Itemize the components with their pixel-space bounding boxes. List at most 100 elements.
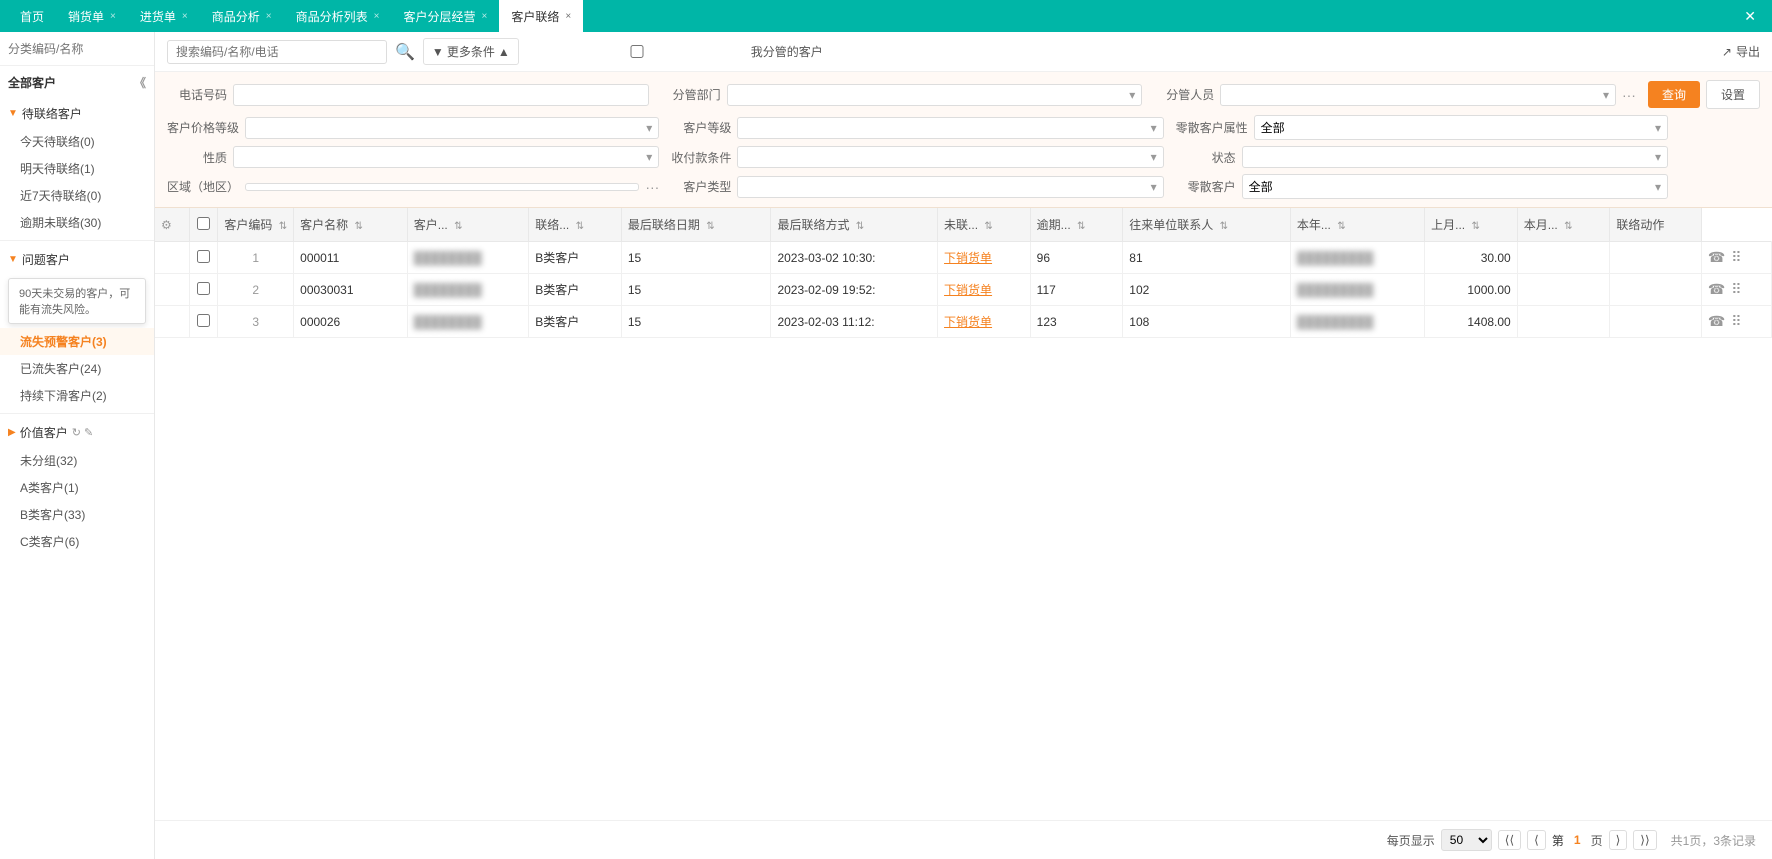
row-lastmethod[interactable]: 下销货单 (938, 242, 1031, 274)
row-checkbox-cell[interactable] (190, 242, 218, 274)
nature-field: 性质 ▾ (167, 146, 659, 168)
close-purchase-icon[interactable]: × (182, 11, 188, 22)
sidebar-item-today[interactable]: 今天待联络(0) (0, 128, 154, 155)
region-select[interactable] (245, 183, 639, 191)
sidebar-item-b-class[interactable]: B类客户(33) (0, 501, 154, 528)
close-tier-icon[interactable]: × (481, 11, 487, 22)
col-overdue[interactable]: 逾期... ⇅ (1030, 208, 1123, 242)
sidebar: 🔍 全部客户 《 ▼ 待联络客户 今天待联络(0) 明天待联络(1) 近7天待联… (0, 32, 155, 859)
row-checkbox[interactable] (197, 314, 210, 327)
more-action-icon[interactable]: ⠿ (1731, 281, 1741, 298)
sidebar-search-input[interactable] (8, 42, 155, 56)
row-checkbox-cell[interactable] (190, 306, 218, 338)
more-conditions-button[interactable]: ▼ 更多条件 ▲ (423, 38, 519, 65)
row-lastmethod[interactable]: 下销货单 (938, 274, 1031, 306)
nav-product-analysis[interactable]: 商品分析 × (200, 0, 284, 32)
sidebar-item-churned[interactable]: 已流失客户(24) (0, 355, 154, 382)
region-more-icon[interactable]: ··· (645, 179, 659, 195)
nature-label: 性质 (167, 149, 227, 166)
sidebar-all-customers[interactable]: 全部客户 《 (0, 66, 154, 99)
row-num: 3 (218, 306, 294, 338)
nature-select[interactable]: ▾ (233, 146, 659, 168)
sidebar-item-a-class[interactable]: A类客户(1) (0, 474, 154, 501)
customer-type-select[interactable]: ▾ (737, 176, 1163, 198)
price-tier-select[interactable]: ▾ (245, 117, 659, 139)
customer-tier-field: 客户等级 ▾ (671, 117, 1163, 139)
close-analysis-list-icon[interactable]: × (374, 11, 380, 22)
next-page-button[interactable]: ⟩ (1609, 830, 1628, 850)
sidebar-item-c-class[interactable]: C类客户(6) (0, 528, 154, 555)
col-type[interactable]: 客户... ⇅ (407, 208, 529, 242)
search-input[interactable] (167, 40, 387, 64)
nav-sales-order[interactable]: 销货单 × (56, 0, 128, 32)
close-all-tabs[interactable]: ✕ (1736, 8, 1764, 25)
sidebar-item-churn-warning[interactable]: 流失预警客户(3) (0, 328, 154, 355)
row-checkbox[interactable] (197, 250, 210, 263)
row-yearamt: 30.00 (1425, 242, 1518, 274)
customer-tier-label: 客户等级 (671, 119, 731, 136)
retail-attr-select[interactable]: 全部 ▾ (1254, 115, 1668, 140)
last-page-button[interactable]: ⟩⟩ (1633, 830, 1656, 850)
nav-purchase-order[interactable]: 进货单 × (128, 0, 200, 32)
col-uncontact[interactable]: 未联... ⇅ (938, 208, 1031, 242)
first-page-button[interactable]: ⟨⟨ (1498, 830, 1521, 850)
sort-thismonth-icon: ⇅ (1564, 221, 1572, 232)
sidebar-item-tomorrow[interactable]: 明天待联络(1) (0, 155, 154, 182)
my-customer-checkbox[interactable] (527, 45, 747, 58)
search-button[interactable]: 🔍 (395, 42, 415, 62)
contact-icon[interactable]: ☎ (1708, 249, 1725, 266)
payment-select[interactable]: ▾ (737, 146, 1163, 168)
col-contact[interactable]: 联络... ⇅ (529, 208, 622, 242)
more-action-icon[interactable]: ⠿ (1731, 249, 1741, 266)
manager-select[interactable]: ▾ (1220, 84, 1616, 106)
nav-product-analysis-list[interactable]: 商品分析列表 × (284, 0, 392, 32)
nav-customer-contact[interactable]: 客户联络 × (499, 0, 583, 32)
my-customer-checkbox-label[interactable]: 我分管的客户 (527, 43, 823, 60)
sidebar-item-overdue[interactable]: 逾期未联络(30) (0, 209, 154, 236)
sidebar-collapse-icon[interactable]: 《 (134, 74, 146, 91)
sidebar-item-7days[interactable]: 近7天待联络(0) (0, 182, 154, 209)
dept-label: 分管部门 (661, 86, 721, 103)
col-thismonth[interactable]: 本月... ⇅ (1517, 208, 1610, 242)
select-all-checkbox[interactable] (197, 217, 210, 230)
per-page-select[interactable]: 50 20 100 (1441, 829, 1492, 851)
close-sales-icon[interactable]: × (110, 11, 116, 22)
table-settings-col[interactable]: ⚙ (155, 208, 190, 242)
dept-select[interactable]: ▾ (727, 84, 1143, 106)
manager-more-icon[interactable]: ··· (1622, 87, 1636, 103)
contact-icon[interactable]: ☎ (1708, 313, 1725, 330)
contact-icon[interactable]: ☎ (1708, 281, 1725, 298)
col-lastdate[interactable]: 最后联络日期 ⇅ (621, 208, 771, 242)
row-checkbox-cell[interactable] (190, 274, 218, 306)
row-uncontact: 96 (1030, 242, 1123, 274)
sidebar-item-ungrouped[interactable]: 未分组(32) (0, 447, 154, 474)
col-code[interactable]: 客户编码 ⇅ (218, 208, 294, 242)
retail-customer-select[interactable]: 全部 ▾ (1242, 174, 1668, 199)
query-button[interactable]: 查询 (1648, 81, 1700, 108)
nav-customer-tier[interactable]: 客户分层经营 × (391, 0, 499, 32)
status-select[interactable]: ▾ (1242, 146, 1668, 168)
row-overdue: 81 (1123, 242, 1291, 274)
col-lastmethod[interactable]: 最后联络方式 ⇅ (771, 208, 938, 242)
prev-page-button[interactable]: ⟨ (1527, 830, 1546, 850)
row-contact: 15 (621, 242, 771, 274)
more-action-icon[interactable]: ⠿ (1731, 313, 1741, 330)
sidebar-group-problem[interactable]: ▼ 问题客户 (0, 245, 154, 274)
close-contact-icon[interactable]: × (565, 11, 571, 22)
row-lastmethod[interactable]: 下销货单 (938, 306, 1031, 338)
col-lastmonth[interactable]: 上月... ⇅ (1425, 208, 1518, 242)
row-checkbox[interactable] (197, 282, 210, 295)
sidebar-group-value[interactable]: ▶ 价值客户 ↻ ✎ (0, 418, 154, 447)
export-button[interactable]: ↗ 导出 (1722, 43, 1760, 60)
nav-home[interactable]: 首页 (8, 0, 56, 32)
sidebar-group-pending[interactable]: ▼ 待联络客户 (0, 99, 154, 128)
sidebar-item-declining[interactable]: 持续下滑客户(2) (0, 382, 154, 409)
col-yearamt[interactable]: 本年... ⇅ (1290, 208, 1424, 242)
close-analysis-icon[interactable]: × (266, 11, 272, 22)
settings-button[interactable]: 设置 (1706, 80, 1760, 109)
col-name[interactable]: 客户名称 ⇅ (294, 208, 408, 242)
customer-tier-select[interactable]: ▾ (737, 117, 1163, 139)
phone-input[interactable] (233, 84, 649, 106)
col-contact2[interactable]: 往来单位联系人 ⇅ (1123, 208, 1291, 242)
price-tier-arrow-icon: ▾ (646, 121, 652, 135)
